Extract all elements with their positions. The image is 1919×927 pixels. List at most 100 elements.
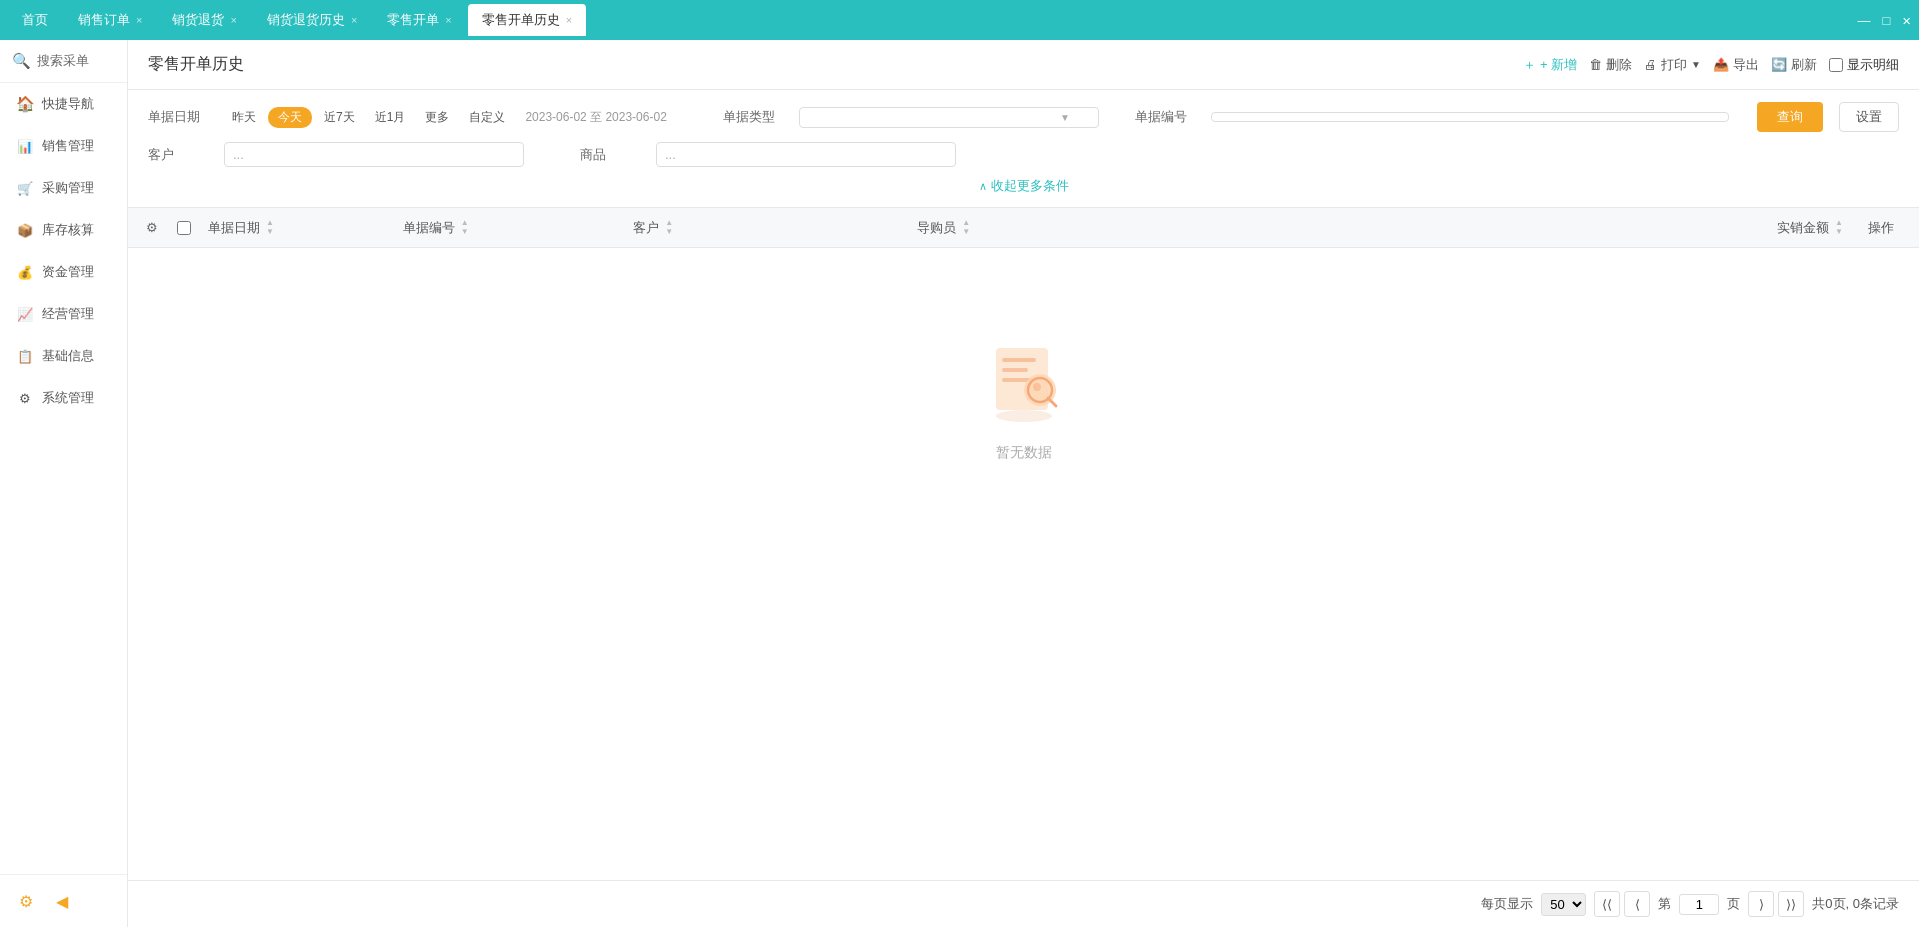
date-btn-more[interactable]: 更多 xyxy=(417,107,457,128)
date-label: 单据日期 xyxy=(148,108,208,126)
first-page-button[interactable]: ⟨⟨ xyxy=(1594,891,1620,917)
sidebar-item-finance[interactable]: 💰 资金管理 xyxy=(0,251,127,293)
tab-sales-order-close[interactable]: × xyxy=(136,14,142,26)
tab-retail-open-history[interactable]: 零售开单历史 × xyxy=(468,4,586,36)
sort-down-icon-3: ▼ xyxy=(665,228,673,236)
sidebar-item-operations-label: 经营管理 xyxy=(42,305,94,323)
sort-down-icon-4: ▼ xyxy=(962,228,970,236)
th-guide[interactable]: 导购员 ▲ ▼ xyxy=(909,219,1104,237)
pagination: 每页显示 50 ⟨⟨ ⟨ 第 页 ⟩ ⟩⟩ 共0页, 0条记录 xyxy=(128,880,1919,927)
sales-icon: 📊 xyxy=(16,137,34,155)
select-all-checkbox[interactable] xyxy=(168,221,200,235)
sort-amount[interactable]: ▲ ▼ xyxy=(1835,219,1843,236)
tab-sales-return-history-label: 销货退货历史 xyxy=(267,11,345,29)
th-amount[interactable]: 实销金额 ▲ ▼ xyxy=(1656,219,1851,237)
date-btn-today[interactable]: 今天 xyxy=(268,107,312,128)
sort-up-icon-5: ▲ xyxy=(1835,219,1843,227)
doc-type-select[interactable]: ▼ xyxy=(799,107,1099,128)
date-btn-1month[interactable]: 近1月 xyxy=(367,107,414,128)
per-page-label: 每页显示 xyxy=(1481,895,1533,913)
column-setting-icon[interactable]: ⚙ xyxy=(136,220,168,235)
last-page-button[interactable]: ⟩⟩ xyxy=(1778,891,1804,917)
sidebar-item-inventory[interactable]: 📦 库存核算 xyxy=(0,209,127,251)
sort-up-icon-2: ▲ xyxy=(461,219,469,227)
tab-sales-return-label: 销货退货 xyxy=(172,11,224,29)
prev-page-button[interactable]: ⟨ xyxy=(1624,891,1650,917)
tab-sales-return-history[interactable]: 销货退货历史 × xyxy=(253,4,371,36)
date-btn-yesterday[interactable]: 昨天 xyxy=(224,107,264,128)
sidebar-item-base-info-label: 基础信息 xyxy=(42,347,94,365)
sidebar-item-base-info[interactable]: 📋 基础信息 xyxy=(0,335,127,377)
sidebar-item-finance-label: 资金管理 xyxy=(42,263,94,281)
sidebar-item-purchase-mgmt[interactable]: 🛒 采购管理 xyxy=(0,167,127,209)
sidebar-item-quick-nav[interactable]: 🏠 快捷导航 xyxy=(0,83,127,125)
export-button[interactable]: 📤 导出 xyxy=(1713,56,1759,74)
tab-list: 首页 销售订单 × 销货退货 × 销货退货历史 × 零售开单 × 零售开单历史 … xyxy=(8,4,586,36)
per-page-select[interactable]: 50 xyxy=(1541,893,1586,916)
add-label: + 新增 xyxy=(1540,56,1577,74)
empty-icon xyxy=(974,328,1074,428)
collapse-sidebar-icon[interactable]: ◀ xyxy=(48,887,76,915)
export-icon: 📤 xyxy=(1713,57,1729,72)
setting-button[interactable]: 设置 xyxy=(1839,102,1899,132)
tab-sales-order-label: 销售订单 xyxy=(78,11,130,29)
svg-rect-3 xyxy=(1002,368,1028,372)
th-date[interactable]: 单据日期 ▲ ▼ xyxy=(200,219,395,237)
restore-icon[interactable]: □ xyxy=(1882,13,1890,28)
date-btn-custom[interactable]: 自定义 xyxy=(461,107,513,128)
refresh-button[interactable]: 🔄 刷新 xyxy=(1771,56,1817,74)
collapse-label: 收起更多条件 xyxy=(991,177,1069,195)
tab-retail-open-history-close[interactable]: × xyxy=(566,14,572,26)
sort-guide[interactable]: ▲ ▼ xyxy=(962,219,970,236)
th-num[interactable]: 单据编号 ▲ ▼ xyxy=(395,219,625,237)
th-customer[interactable]: 客户 ▲ ▼ xyxy=(625,219,909,237)
sidebar-item-system[interactable]: ⚙ 系统管理 xyxy=(0,377,127,419)
query-button[interactable]: 查询 xyxy=(1757,102,1823,132)
tab-retail-open-history-label: 零售开单历史 xyxy=(482,11,560,29)
page-label-before: 第 xyxy=(1654,895,1675,913)
tab-sales-return-close[interactable]: × xyxy=(230,14,236,26)
tab-bar: 首页 销售订单 × 销货退货 × 销货退货历史 × 零售开单 × 零售开单历史 … xyxy=(0,0,1919,40)
doc-num-input[interactable] xyxy=(1211,112,1729,122)
sidebar-item-quick-nav-label: 快捷导航 xyxy=(42,95,94,113)
print-button[interactable]: 🖨 打印 ▼ xyxy=(1644,56,1701,74)
next-page-button[interactable]: ⟩ xyxy=(1748,891,1774,917)
show-detail-checkbox[interactable] xyxy=(1829,58,1843,72)
collapse-up-icon: ∧ xyxy=(979,180,987,193)
collapse-button[interactable]: ∧ 收起更多条件 xyxy=(148,177,1899,195)
tab-sales-return-history-close[interactable]: × xyxy=(351,14,357,26)
tab-sales-order[interactable]: 销售订单 × xyxy=(64,4,156,36)
add-button[interactable]: ＋ + 新增 xyxy=(1523,56,1577,74)
sidebar-search[interactable]: 🔍 搜索采单 xyxy=(0,40,127,83)
total-info: 共0页, 0条记录 xyxy=(1812,895,1899,913)
tab-sales-return[interactable]: 销货退货 × xyxy=(158,4,250,36)
header-checkbox[interactable] xyxy=(177,221,191,235)
current-page-input[interactable] xyxy=(1679,894,1719,915)
tab-retail-open-close[interactable]: × xyxy=(445,14,451,26)
tab-home[interactable]: 首页 xyxy=(8,4,62,36)
customer-input[interactable]: ... xyxy=(224,142,524,167)
minimize-icon[interactable]: — xyxy=(1857,13,1870,28)
date-btn-7days[interactable]: 近7天 xyxy=(316,107,363,128)
sort-customer[interactable]: ▲ ▼ xyxy=(665,219,673,236)
system-icon: ⚙ xyxy=(16,389,34,407)
close-window-icon[interactable]: × xyxy=(1902,12,1911,29)
content-area: 零售开单历史 ＋ + 新增 🗑 删除 🖨 打印 ▼ 📤 导出 xyxy=(128,40,1919,927)
sidebar-item-inventory-label: 库存核算 xyxy=(42,221,94,239)
doc-type-label: 单据类型 xyxy=(723,108,783,126)
sort-up-icon-4: ▲ xyxy=(962,219,970,227)
sidebar-item-sales-mgmt[interactable]: 📊 销售管理 xyxy=(0,125,127,167)
tab-retail-open[interactable]: 零售开单 × xyxy=(373,4,465,36)
sort-date[interactable]: ▲ ▼ xyxy=(266,219,274,236)
sidebar-item-sales-mgmt-label: 销售管理 xyxy=(42,137,94,155)
customer-label: 客户 xyxy=(148,146,208,164)
home-icon: 🏠 xyxy=(16,95,34,113)
settings-bottom-icon[interactable]: ⚙ xyxy=(12,887,40,915)
sidebar-item-operations[interactable]: 📈 经营管理 xyxy=(0,293,127,335)
base-info-icon: 📋 xyxy=(16,347,34,365)
goods-input[interactable]: ... xyxy=(656,142,956,167)
filter-row-1: 单据日期 昨天 今天 近7天 近1月 更多 自定义 2023-06-02 至 2… xyxy=(148,102,1899,132)
inventory-icon: 📦 xyxy=(16,221,34,239)
delete-button[interactable]: 🗑 删除 xyxy=(1589,56,1632,74)
sort-num[interactable]: ▲ ▼ xyxy=(461,219,469,236)
